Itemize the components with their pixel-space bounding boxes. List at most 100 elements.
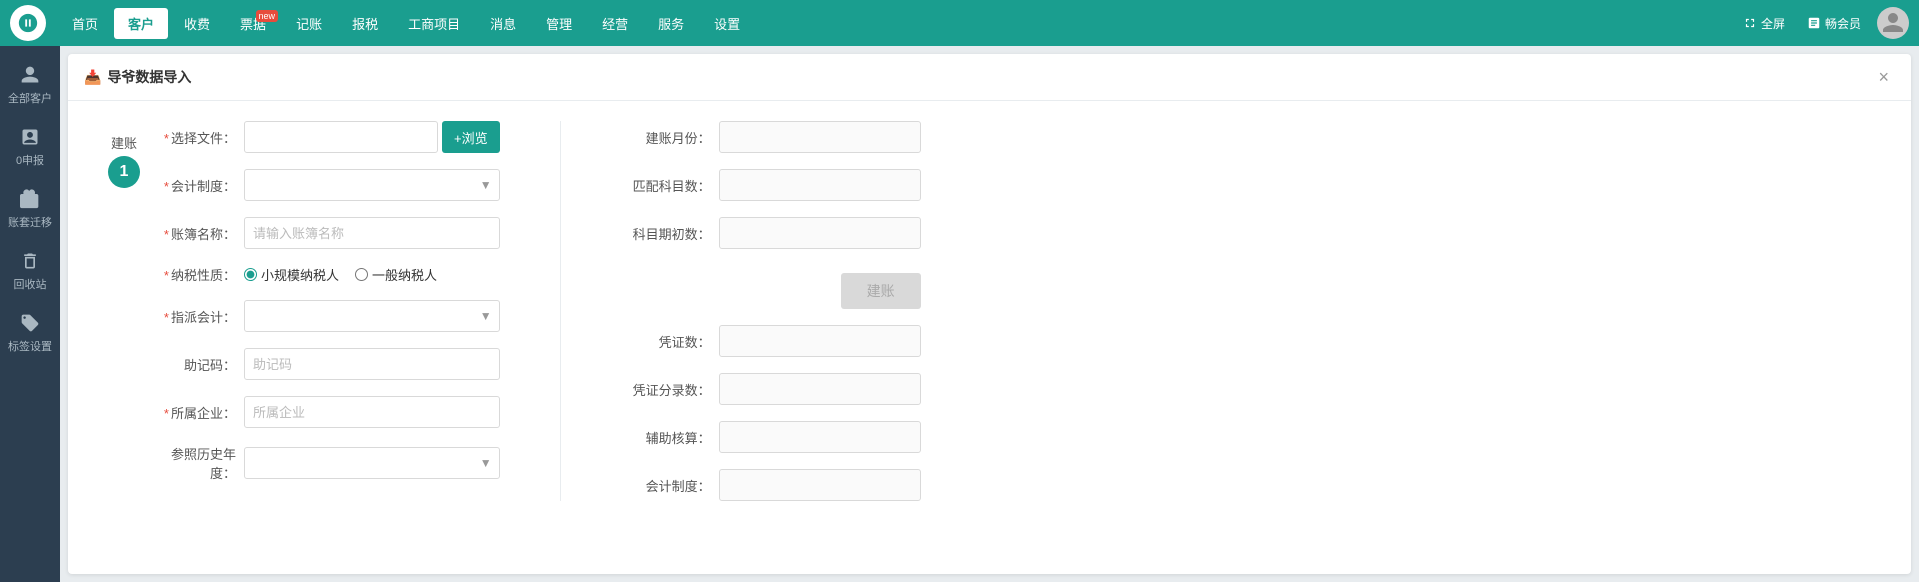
tax-small-label: 小规模纳税人 [261,265,339,284]
logo[interactable] [10,5,46,41]
voucher-count-value [719,325,921,357]
auxiliary-value [719,421,921,453]
sidebar-item-account-migration[interactable]: 账套迁移 [0,180,60,238]
content-area: 📥 导爷数据导入 × 建账 1 [60,46,1919,582]
migrate-icon [19,188,41,210]
nav-item-settings[interactable]: 设置 [700,8,754,39]
tax-type-label: *纳税性质： [156,265,236,284]
company-input[interactable] [244,396,500,428]
fullscreen-btn[interactable]: 全屏 [1737,11,1791,36]
divider [560,121,561,501]
voucher-count-row: 凭证数： [621,325,921,357]
voucher-count-label: 凭证数： [621,332,711,351]
new-badge: new [256,10,279,22]
auxiliary-row: 辅助核算： [621,421,921,453]
ledger-name-label: *账簿名称： [156,224,236,243]
nav-item-management[interactable]: 管理 [532,8,586,39]
voucher-records-value [719,373,921,405]
memo-row: 助记码： [156,348,500,380]
nav-item-tax[interactable]: 报税 [338,8,392,39]
accounting-system-label: *会计制度： [156,176,236,195]
accountant-row: *指派会计： ▼ [156,300,500,332]
build-account-button[interactable]: 建账 [841,273,921,309]
nav-item-business[interactable]: 工商项目 [394,8,474,39]
right-section: 建账月份： 匹配科目数： 科目期初数： 建账 [621,121,921,501]
ledger-name-input[interactable] [244,217,500,249]
top-navigation: 首页 客户 收费 票据 new 记账 报税 工商项目 消息 管理 经营 服务 设… [0,0,1919,46]
accountant-label: *指派会计： [156,307,236,326]
trash-icon [19,250,41,272]
accountant-select-wrapper: ▼ [244,300,500,332]
step-circle: 1 [108,156,140,188]
user-icon [19,64,41,86]
nav-right: 全屏 畅会员 [1737,7,1909,39]
sidebar-item-all-clients[interactable]: 全部客户 [0,56,60,114]
sidebar-item-recycle[interactable]: 回收站 [0,242,60,300]
subject-init-value [719,217,921,249]
tax-type-row: *纳税性质： 小规模纳税人 一般纳税人 [156,265,500,284]
build-btn-wrapper: 建账 [621,273,921,309]
build-month-row: 建账月份： [621,121,921,153]
sidebar-item-tag-settings[interactable]: 标签设置 [0,304,60,362]
panel-header: 📥 导爷数据导入 × [68,54,1911,101]
panel-icon: 📥 [84,69,101,86]
nav-item-home[interactable]: 首页 [58,8,112,39]
tag-icon [19,312,41,334]
main-panel: 📥 导爷数据导入 × 建账 1 [68,54,1911,574]
nav-item-message[interactable]: 消息 [476,8,530,39]
sidebar: 全部客户 0申报 账套迁移 回收站 标签设置 [0,46,60,582]
sidebar-item-zero-report[interactable]: 0申报 [0,118,60,176]
nav-item-invoice[interactable]: 票据 new [226,8,280,39]
accounting-system-info-row: 会计制度： [621,469,921,501]
file-label: *选择文件： [156,128,236,147]
accounting-system-select-wrapper: ▼ [244,169,500,201]
accounting-system-info-value [719,469,921,501]
tax-type-radio-group: 小规模纳税人 一般纳税人 [244,265,437,284]
company-label: *所属企业： [156,403,236,422]
match-subjects-label: 匹配科目数： [621,176,711,195]
step-section: 建账 1 *选择文件： +浏览 [108,121,500,501]
company-row: *所属企业： [156,396,500,428]
tax-general-label: 一般纳税人 [372,265,437,284]
nav-item-billing[interactable]: 收费 [170,8,224,39]
history-year-select[interactable] [244,447,500,479]
accounting-system-info-label: 会计制度： [621,476,711,495]
match-subjects-value [719,169,921,201]
accounting-system-row: *会计制度： ▼ [156,169,500,201]
left-form: *选择文件： +浏览 *会计制度： [156,121,500,482]
nav-item-service[interactable]: 服务 [644,8,698,39]
file-row: *选择文件： +浏览 [156,121,500,153]
vip-label: 畅会员 [1825,15,1861,32]
memo-label: 助记码： [156,355,236,374]
fullscreen-label: 全屏 [1761,15,1785,32]
vip-btn[interactable]: 畅会员 [1801,11,1867,36]
subject-init-label: 科目期初数： [621,224,711,243]
accounting-system-select[interactable] [244,169,500,201]
close-button[interactable]: × [1872,66,1895,88]
history-year-row: 参照历史年度： ▼ [156,444,500,482]
tax-general-radio[interactable]: 一般纳税人 [355,265,437,284]
browse-button[interactable]: +浏览 [442,121,500,153]
form-container: 建账 1 *选择文件： +浏览 [68,101,1911,521]
auxiliary-label: 辅助核算： [621,428,711,447]
nav-item-clients[interactable]: 客户 [114,8,168,39]
history-year-select-wrapper: ▼ [244,447,500,479]
voucher-records-row: 凭证分录数： [621,373,921,405]
user-avatar[interactable] [1877,7,1909,39]
match-subjects-row: 匹配科目数： [621,169,921,201]
accountant-select[interactable] [244,300,500,332]
nav-items: 首页 客户 收费 票据 new 记账 报税 工商项目 消息 管理 经营 服务 设… [58,8,1737,39]
ledger-name-row: *账簿名称： [156,217,500,249]
panel-title: 📥 导爷数据导入 [84,67,191,87]
file-input[interactable] [244,121,438,153]
nav-item-bookkeeping[interactable]: 记账 [282,8,336,39]
build-month-label: 建账月份： [621,128,711,147]
nav-item-operation[interactable]: 经营 [588,8,642,39]
tax-small-radio[interactable]: 小规模纳税人 [244,265,339,284]
history-year-label: 参照历史年度： [156,444,236,482]
memo-input[interactable] [244,348,500,380]
build-month-value [719,121,921,153]
step-label: 建账 [111,125,137,152]
file-input-wrapper: +浏览 [244,121,500,153]
voucher-records-label: 凭证分录数： [621,380,711,399]
